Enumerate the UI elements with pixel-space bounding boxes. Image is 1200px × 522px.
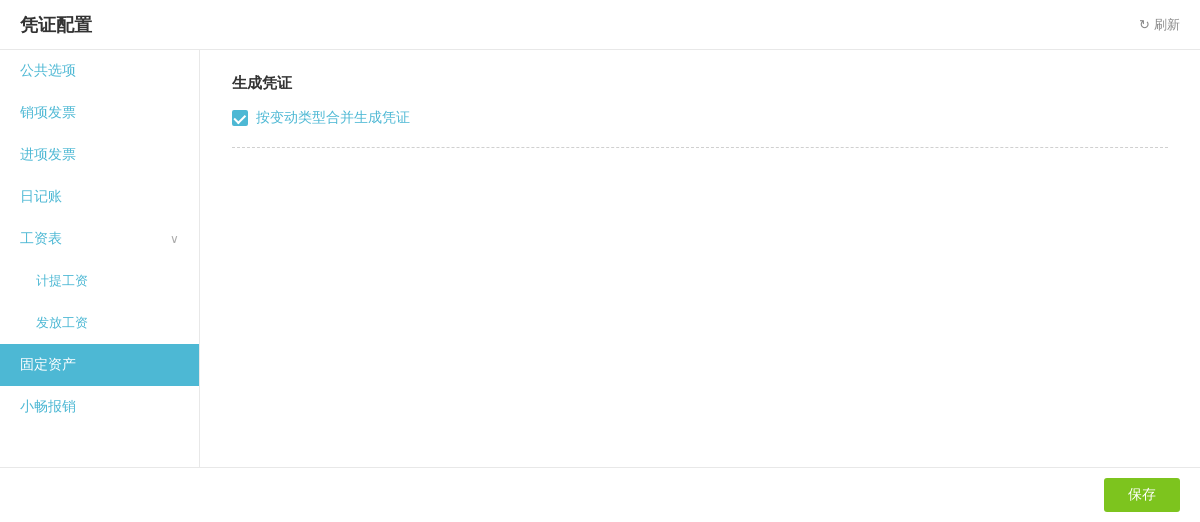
page-header: 凭证配置 ↻ 刷新 — [0, 0, 1200, 50]
page-wrapper: 凭证配置 ↻ 刷新 公共选项销项发票进项发票日记账工资表 ∨ 计提工资发放工资固定资… — [0, 0, 1200, 522]
sidebar-item-label: 固定资产 — [20, 356, 76, 374]
page-footer: 保存 — [0, 467, 1200, 522]
merge-voucher-checkbox[interactable] — [232, 110, 248, 126]
sidebar-item-public-options[interactable]: 公共选项 — [0, 50, 199, 92]
sidebar-item-label: 小畅报销 — [20, 398, 76, 416]
main-content: 生成凭证 按变动类型合并生成凭证 — [200, 50, 1200, 467]
sidebar-item-label: 计提工资 — [36, 272, 88, 290]
sidebar-item-expense-report[interactable]: 小畅报销 — [0, 386, 199, 428]
sidebar-item-label: 进项发票 — [20, 146, 76, 164]
sidebar-item-payroll-table[interactable]: 工资表 ∨ — [0, 218, 199, 260]
page-title: 凭证配置 — [20, 13, 92, 37]
refresh-label: 刷新 — [1154, 16, 1180, 34]
chevron-down-icon: ∨ — [170, 232, 179, 246]
refresh-button[interactable]: ↻ 刷新 — [1139, 16, 1180, 34]
sidebar-item-sales-invoice[interactable]: 销项发票 — [0, 92, 199, 134]
page-body: 公共选项销项发票进项发票日记账工资表 ∨ 计提工资发放工资固定资产小畅报销 生成凭证… — [0, 50, 1200, 467]
sidebar-item-calculate-salary[interactable]: 计提工资 — [0, 260, 199, 302]
sidebar-item-label: 公共选项 — [20, 62, 76, 80]
sidebar: 公共选项销项发票进项发票日记账工资表 ∨ 计提工资发放工资固定资产小畅报销 — [0, 50, 200, 467]
sidebar-item-label: 工资表 — [20, 230, 62, 248]
sidebar-item-label: 日记账 — [20, 188, 62, 206]
sidebar-item-label: 发放工资 — [36, 314, 88, 332]
refresh-icon: ↻ — [1139, 17, 1150, 32]
save-button[interactable]: 保存 — [1104, 478, 1180, 512]
sidebar-item-pay-salary[interactable]: 发放工资 — [0, 302, 199, 344]
sidebar-item-fixed-assets[interactable]: 固定资产 — [0, 344, 199, 386]
checkbox-row: 按变动类型合并生成凭证 — [232, 109, 1168, 127]
sidebar-item-label: 销项发票 — [20, 104, 76, 122]
sidebar-item-purchase-invoice[interactable]: 进项发票 — [0, 134, 199, 176]
sidebar-item-journal[interactable]: 日记账 — [0, 176, 199, 218]
section-divider — [232, 147, 1168, 148]
section-title: 生成凭证 — [232, 74, 1168, 93]
merge-voucher-label[interactable]: 按变动类型合并生成凭证 — [256, 109, 410, 127]
